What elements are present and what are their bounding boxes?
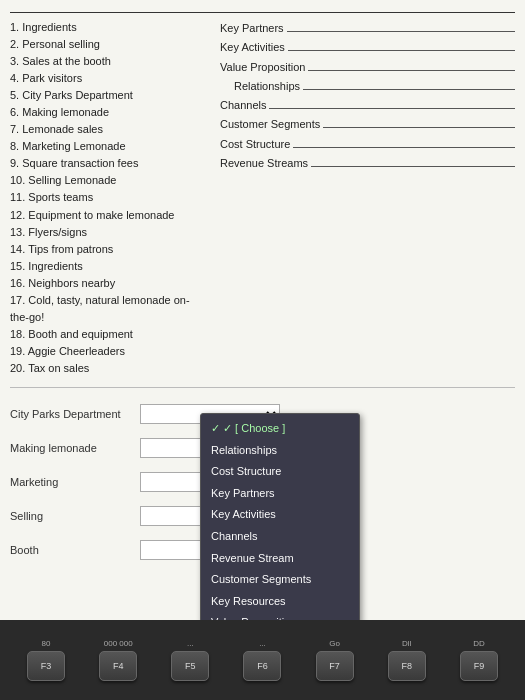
area-row-6: Cost Structure	[220, 135, 515, 154]
area-label-0: Key Partners	[220, 19, 284, 38]
popup-option-8[interactable]: Key Resources	[201, 591, 359, 613]
item-row-2: 2. Personal selling	[10, 36, 200, 53]
item-row-4: 4. Park visitors	[10, 70, 200, 87]
key-top-1: 000 000	[104, 639, 133, 648]
dropdown-row-label-0: City Parks Department	[10, 408, 140, 420]
items-column: 1. Ingredients2. Personal selling3. Sale…	[10, 19, 210, 377]
popup-option-9[interactable]: Value Proposition	[201, 612, 359, 620]
item-row-10: 10. Selling Lemonade	[10, 172, 200, 189]
key-group-2: ... F5	[171, 639, 209, 681]
key-group-6: DD F9	[460, 639, 498, 681]
key-F5[interactable]: F5	[171, 651, 209, 681]
item-row-11: 11. Sports teams	[10, 189, 200, 206]
area-row-7: Revenue Streams	[220, 154, 515, 173]
table-container: 1. Ingredients2. Personal selling3. Sale…	[0, 0, 525, 385]
area-line-7	[311, 166, 515, 167]
keyboard-bar: 80F3000 000F4...F5...F6GoF7DllF8DDF9	[0, 620, 525, 700]
popup-option-1[interactable]: Relationships	[201, 440, 359, 462]
area-row-0: Key Partners	[220, 19, 515, 38]
key-F6[interactable]: F6	[243, 651, 281, 681]
area-label-7: Revenue Streams	[220, 154, 308, 173]
item-row-13: 13. Flyers/signs	[10, 224, 200, 241]
area-line-6	[293, 147, 515, 148]
area-line-3	[303, 89, 515, 90]
area-row-4: Channels	[220, 96, 515, 115]
area-label-1: Key Activities	[220, 38, 285, 57]
dropdown-popup[interactable]: ✓ [ Choose ]RelationshipsCost StructureK…	[200, 413, 360, 620]
item-row-8: 8. Marketing Lemonade	[10, 138, 200, 155]
popup-option-5[interactable]: Channels	[201, 526, 359, 548]
dropdown-section: City Parks Department Making lemonade Mark…	[0, 398, 525, 580]
key-F4[interactable]: F4	[99, 651, 137, 681]
table-body: 1. Ingredients2. Personal selling3. Sale…	[10, 19, 515, 377]
item-row-17: 17. Cold, tasty, natural lemonade on-the…	[10, 292, 200, 326]
popup-option-7[interactable]: Customer Segments	[201, 569, 359, 591]
item-row-9: 9. Square transaction fees	[10, 155, 200, 172]
popup-option-4[interactable]: Key Activities	[201, 504, 359, 526]
key-group-3: ... F6	[243, 639, 281, 681]
area-label-6: Cost Structure	[220, 135, 290, 154]
item-row-14: 14. Tips from patrons	[10, 241, 200, 258]
area-row-3: Relationships	[220, 77, 515, 96]
area-label-2: Value Proposition	[220, 58, 305, 77]
area-label-5: Customer Segments	[220, 115, 320, 134]
area-column: Key PartnersKey ActivitiesValue Proposit…	[210, 19, 515, 377]
key-group-1: 000 000 F4	[99, 639, 137, 681]
key-group-4: Go F7	[316, 639, 354, 681]
key-F7[interactable]: F7	[316, 651, 354, 681]
item-row-3: 3. Sales at the booth	[10, 53, 200, 70]
popup-option-2[interactable]: Cost Structure	[201, 461, 359, 483]
table-header	[10, 8, 515, 13]
popup-option-0[interactable]: ✓ [ Choose ]	[201, 418, 359, 440]
key-F8[interactable]: F8	[388, 651, 426, 681]
item-row-16: 16. Neighbors nearby	[10, 275, 200, 292]
key-top-2: ...	[187, 639, 194, 648]
area-line-0	[287, 31, 515, 32]
dropdown-row-label-2: Marketing	[10, 476, 140, 488]
item-row-5: 5. City Parks Department	[10, 87, 200, 104]
key-top-4: Go	[329, 639, 340, 648]
key-top-3: ...	[259, 639, 266, 648]
area-line-1	[288, 50, 515, 51]
key-F3[interactable]: F3	[27, 651, 65, 681]
area-row-5: Customer Segments	[220, 115, 515, 134]
area-line-2	[308, 70, 515, 71]
item-row-1: 1. Ingredients	[10, 19, 200, 36]
divider	[10, 387, 515, 388]
area-line-5	[323, 127, 515, 128]
key-top-0: 80	[42, 639, 51, 648]
dropdown-row-label-3: Selling	[10, 510, 140, 522]
area-row-1: Key Activities	[220, 38, 515, 57]
area-row-2: Value Proposition	[220, 58, 515, 77]
key-top-6: DD	[473, 639, 485, 648]
key-group-0: 80F3	[27, 639, 65, 681]
dropdown-row-label-1: Making lemonade	[10, 442, 140, 454]
item-row-15: 15. Ingredients	[10, 258, 200, 275]
item-row-12: 12. Equipment to make lemonade	[10, 207, 200, 224]
item-row-6: 6. Making lemonade	[10, 104, 200, 121]
popup-option-6[interactable]: Revenue Stream	[201, 548, 359, 570]
area-label-3: Relationships	[234, 77, 300, 96]
key-group-5: Dll F8	[388, 639, 426, 681]
main-screen: 1. Ingredients2. Personal selling3. Sale…	[0, 0, 525, 620]
dropdown-row-label-4: Booth	[10, 544, 140, 556]
item-row-18: 18. Booth and equipment	[10, 326, 200, 343]
item-row-7: 7. Lemonade sales	[10, 121, 200, 138]
key-F9[interactable]: F9	[460, 651, 498, 681]
popup-option-3[interactable]: Key Partners	[201, 483, 359, 505]
key-top-5: Dll	[402, 639, 411, 648]
item-row-20: 20. Tax on sales	[10, 360, 200, 377]
area-label-4: Channels	[220, 96, 266, 115]
area-line-4	[269, 108, 515, 109]
item-row-19: 19. Aggie Cheerleaders	[10, 343, 200, 360]
